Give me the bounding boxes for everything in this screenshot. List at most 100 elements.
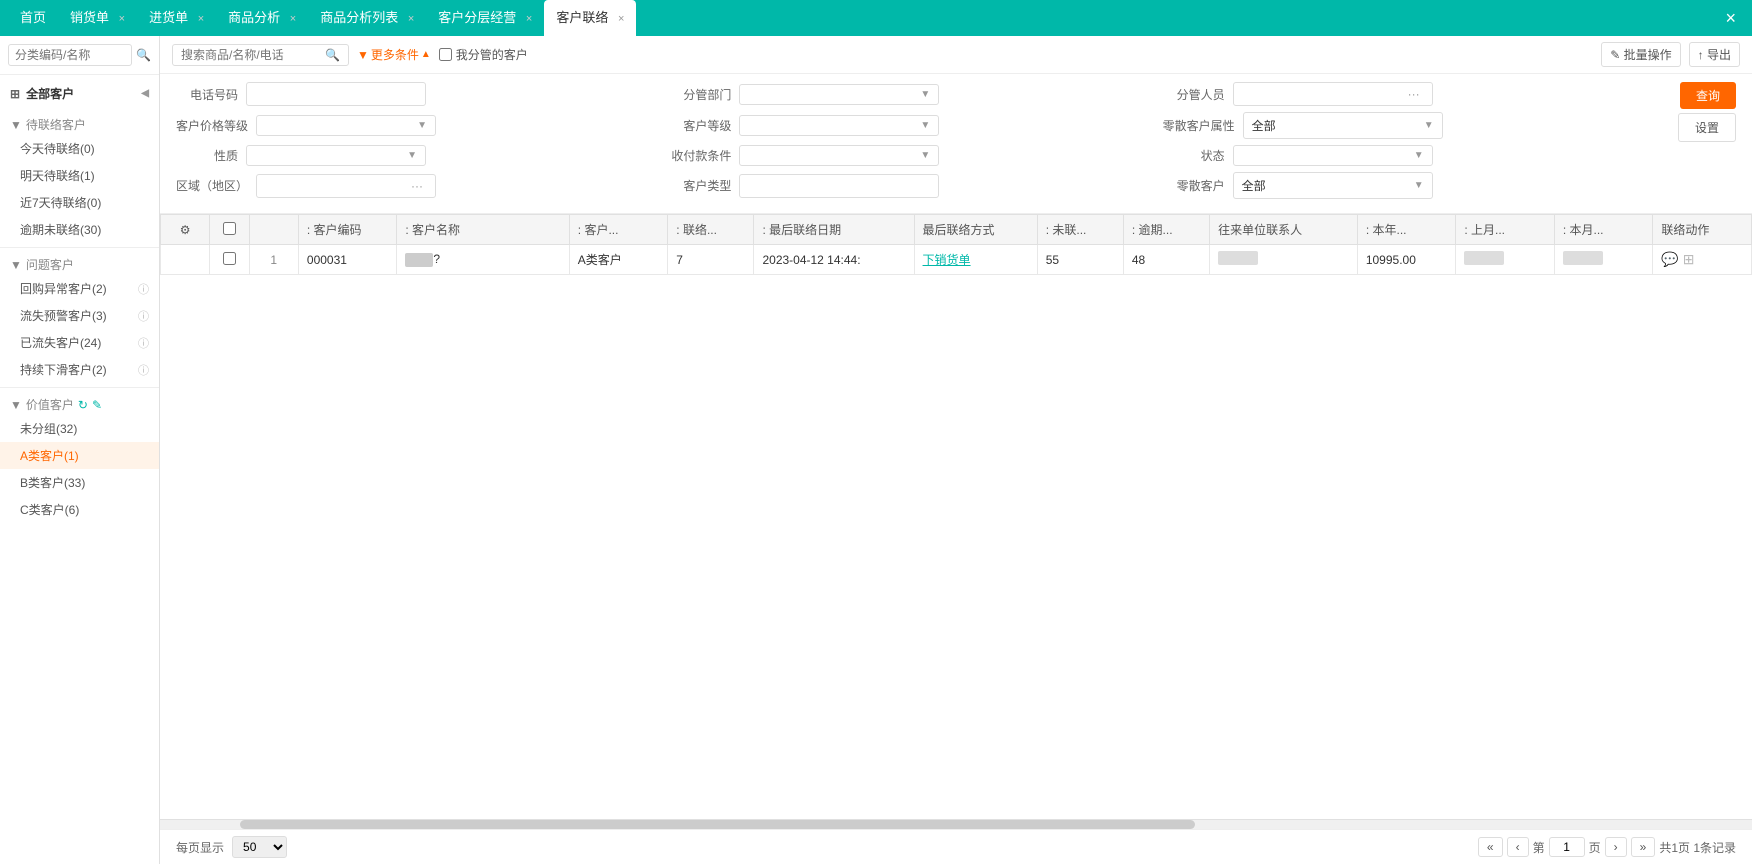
th-checkbox[interactable] [210, 215, 249, 245]
th-not-contacted[interactable]: : 未联... [1037, 215, 1123, 245]
sidebar-all-customers-header[interactable]: ⊞ 全部客户 ◀ [0, 79, 159, 108]
per-page-select[interactable]: 50 100 200 [232, 836, 287, 858]
page-prefix: 第 [1533, 839, 1545, 856]
retail-select[interactable]: 全部 ▼ [1233, 172, 1433, 199]
retail-attr-select[interactable]: 全部 ▼ [1243, 112, 1443, 139]
query-button[interactable]: 查询 [1680, 82, 1736, 109]
sidebar-item-declining[interactable]: 持续下滑客户(2)ⓘ [0, 356, 159, 383]
sidebar-group-pending[interactable]: ▼ 待联络客户 [0, 112, 159, 135]
batch-label: 批量操作 [1624, 48, 1672, 62]
first-page-button[interactable]: « [1478, 837, 1503, 857]
adv-cell-price-grade: 客户价格等级 ▼ [176, 115, 669, 136]
phone-label: 电话号码 [176, 86, 246, 103]
info-icon-3: ⓘ [138, 335, 149, 351]
th-grade[interactable]: : 客户... [569, 215, 668, 245]
value-refresh-icon[interactable]: ↻ [78, 398, 88, 412]
settings-button[interactable]: 设置 [1678, 113, 1736, 142]
nav-customer-tier[interactable]: 客户分层经营 × [426, 0, 544, 36]
next-page-button[interactable]: › [1605, 837, 1627, 857]
last-page-button[interactable]: » [1631, 837, 1656, 857]
th-this-month[interactable]: : 本月... [1554, 215, 1653, 245]
close-purchase-icon[interactable]: × [198, 13, 204, 25]
sidebar-item-churned[interactable]: 已流失客户(24)ⓘ [0, 329, 159, 356]
nature-select[interactable]: ▼ [246, 145, 426, 166]
dept-select[interactable]: ▼ [739, 84, 939, 105]
close-customer-contact-icon[interactable]: × [618, 13, 624, 25]
th-gear[interactable]: ⚙ [161, 215, 210, 245]
sidebar-item-repurchase-abnormal[interactable]: 回购异常客户(2)ⓘ [0, 275, 159, 302]
sidebar-item-overdue[interactable]: 逾期未联络(30) [0, 216, 159, 243]
sidebar-item-today[interactable]: 今天待联络(0) [0, 135, 159, 162]
nature-label: 性质 [176, 147, 246, 164]
nav-customer-contact[interactable]: 客户联络 × [544, 0, 636, 36]
retail-attr-value: 全部 [1252, 117, 1276, 134]
th-code[interactable]: : 客户编码 [298, 215, 397, 245]
td-last-method[interactable]: 下销货单 [914, 245, 1037, 275]
prev-page-button[interactable]: ‹ [1507, 837, 1529, 857]
page-buttons: « ‹ 第 页 › » 共1页 1条记录 [1478, 837, 1736, 857]
batch-operation-button[interactable]: ✎ 批量操作 [1601, 42, 1680, 67]
horizontal-scrollbar[interactable] [160, 819, 1752, 829]
row-checkbox[interactable] [223, 252, 236, 265]
customer-grade-select[interactable]: ▼ [739, 115, 939, 136]
close-product-list-icon[interactable]: × [408, 13, 414, 25]
last-method-link[interactable]: 下销货单 [923, 253, 971, 267]
status-label: 状态 [1163, 147, 1233, 164]
phone-input[interactable] [246, 82, 426, 106]
pagination-bar: 每页显示 50 100 200 « ‹ 第 页 › » 共1页 1条记录 [160, 829, 1752, 864]
price-grade-label: 客户价格等级 [176, 117, 256, 134]
nav-home[interactable]: 首页 [8, 0, 58, 36]
export-button[interactable]: ↑ 导出 [1689, 42, 1740, 67]
th-overdue[interactable]: : 逾期... [1123, 215, 1209, 245]
value-edit-icon[interactable]: ✎ [92, 398, 102, 412]
td-checkbox[interactable] [210, 245, 249, 275]
td-gear [161, 245, 210, 275]
chat-icon[interactable]: 💬 [1661, 251, 1678, 268]
nav-purchase[interactable]: 进货单 × [137, 0, 216, 36]
name-blur-mask [405, 253, 433, 267]
mine-checkbox-input[interactable] [439, 48, 452, 61]
th-this-year[interactable]: : 本年... [1357, 215, 1456, 245]
close-customer-tier-icon[interactable]: × [526, 13, 532, 25]
sidebar-search-input[interactable] [8, 44, 132, 66]
qr-icon[interactable]: ⊞ [1683, 251, 1695, 268]
th-name[interactable]: : 客户名称 [397, 215, 569, 245]
close-sales-icon[interactable]: × [119, 13, 125, 25]
filter-search-input[interactable] [181, 48, 321, 62]
sidebar-item-tomorrow[interactable]: 明天待联络(1) [0, 162, 159, 189]
window-close-button[interactable]: × [1717, 8, 1744, 29]
status-select[interactable]: ▼ [1233, 145, 1433, 166]
th-last-method[interactable]: 最后联络方式 [914, 215, 1037, 245]
nav-product-list[interactable]: 商品分析列表 × [308, 0, 426, 36]
sidebar-item-class-b[interactable]: B类客户(33) [0, 469, 159, 496]
sidebar-item-churn-warning[interactable]: 流失预警客户(3)ⓘ [0, 302, 159, 329]
type-input[interactable] [739, 174, 939, 198]
price-grade-select[interactable]: ▼ [256, 115, 436, 136]
nav-sales[interactable]: 销货单 × [58, 0, 137, 36]
sidebar-search-icon[interactable]: 🔍 [136, 48, 151, 62]
sidebar-group-value[interactable]: ▼ 价值客户 ↻ ✎ [0, 392, 159, 415]
page-number-input[interactable] [1549, 837, 1585, 857]
th-last-month[interactable]: : 上月... [1456, 215, 1555, 245]
nav-product-analysis[interactable]: 商品分析 × [216, 0, 308, 36]
th-contact[interactable]: : 联络... [668, 215, 754, 245]
adv-cell-region: 区域（地区） ··· [176, 174, 669, 198]
mine-filter-checkbox[interactable]: 我分管的客户 [439, 46, 528, 63]
sidebar-group-problem[interactable]: ▼ 问题客户 [0, 252, 159, 275]
region-dots-icon[interactable]: ··· [407, 179, 427, 193]
sidebar-item-7days[interactable]: 近7天待联络(0) [0, 189, 159, 216]
sidebar-collapse-icon[interactable]: ◀ [141, 88, 149, 99]
retail-attr-label: 零散客户属性 [1163, 117, 1243, 134]
payment-select[interactable]: ▼ [739, 145, 939, 166]
th-last-date[interactable]: : 最后联络日期 [754, 215, 914, 245]
filter-search-icon[interactable]: 🔍 [325, 48, 340, 62]
th-unit-contact[interactable]: 往来单位联系人 [1210, 215, 1358, 245]
select-all-checkbox[interactable] [223, 222, 236, 235]
close-product-analysis-icon[interactable]: × [290, 13, 296, 25]
sidebar-item-class-c[interactable]: C类客户(6) [0, 496, 159, 523]
sidebar-item-unclassified[interactable]: 未分组(32) [0, 415, 159, 442]
more-conditions-button[interactable]: ▼ 更多条件 ▲ [357, 46, 431, 63]
manager-dots-icon[interactable]: ··· [1404, 87, 1424, 101]
scroll-thumb[interactable] [240, 820, 1195, 829]
sidebar-item-class-a[interactable]: A类客户(1) [0, 442, 159, 469]
